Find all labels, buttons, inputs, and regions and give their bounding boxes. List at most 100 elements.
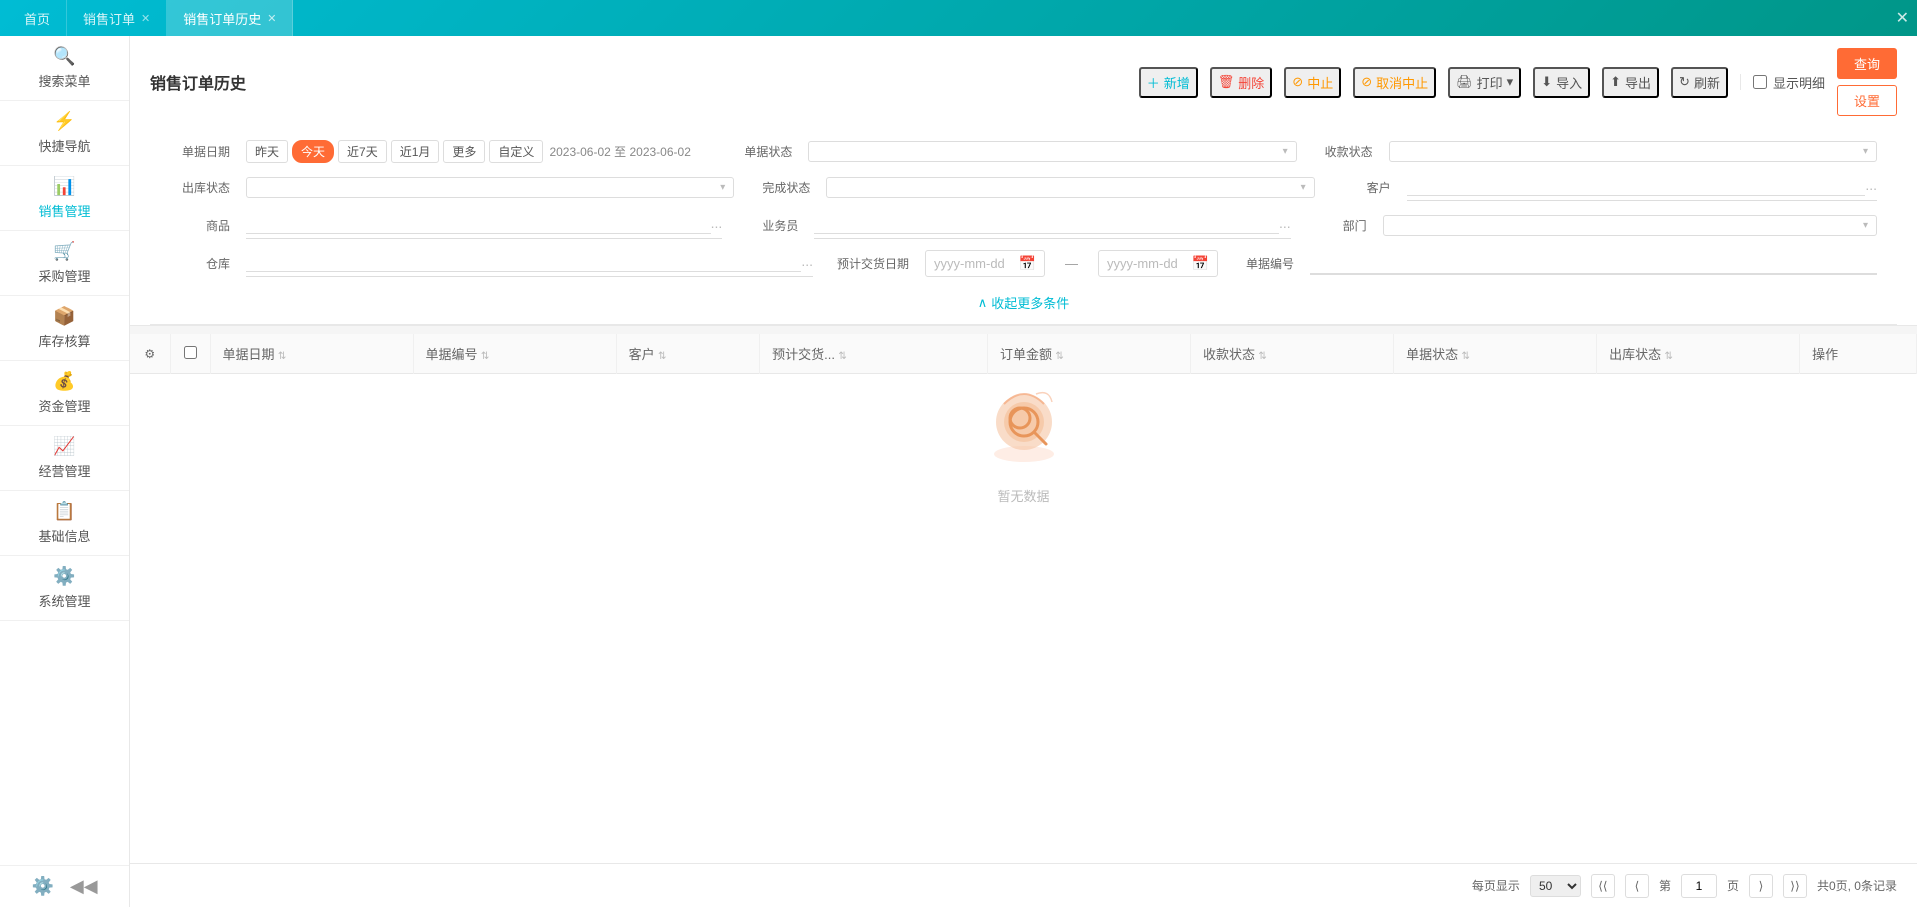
completion-select[interactable]: ▾ xyxy=(826,177,1314,198)
th-outbound-status[interactable]: 出库状态 ⇅ xyxy=(1597,334,1800,374)
sidebar-item-finance-label: 资金管理 xyxy=(38,396,90,415)
cancel-stop-button[interactable]: ⊘ 取消中止 xyxy=(1353,67,1436,98)
th-amount[interactable]: 订单金额 ⇅ xyxy=(987,334,1190,374)
date-1month-btn[interactable]: 近1月 xyxy=(391,140,440,163)
th-customer[interactable]: 客户 ⇅ xyxy=(616,334,760,374)
th-order-status[interactable]: 单据状态 ⇅ xyxy=(1394,334,1597,374)
date-custom-btn[interactable]: 自定义 xyxy=(489,140,543,163)
order-status-select[interactable]: ▾ xyxy=(808,141,1296,162)
receipt-status-chevron: ▾ xyxy=(1863,146,1868,157)
top-bar-right: ✕ xyxy=(1896,8,1909,28)
tab-sales-order[interactable]: 销售订单 ✕ xyxy=(67,0,167,36)
settings-th[interactable]: ⚙ xyxy=(130,334,170,374)
import-button[interactable]: ⬇ 导入 xyxy=(1533,67,1590,98)
sort-amount-icon[interactable]: ⇅ xyxy=(1055,351,1063,362)
product-input[interactable] xyxy=(246,211,711,234)
sales-mgmt-icon: 📊 xyxy=(53,176,75,197)
tab-sales-order-history[interactable]: 销售订单历史 ✕ xyxy=(167,0,293,36)
delivery-date-to[interactable]: yyyy-mm-dd 📅 xyxy=(1098,250,1218,277)
date-yesterday-btn[interactable]: 昨天 xyxy=(246,140,288,163)
date-7days-btn[interactable]: 近7天 xyxy=(338,140,387,163)
tab-sales-order-history-close[interactable]: ✕ xyxy=(267,12,276,25)
page-last-btn[interactable]: ⟩⟩ xyxy=(1783,874,1807,898)
collapse-text: 收起更多条件 xyxy=(991,293,1069,312)
tab-home[interactable]: 首页 xyxy=(8,0,67,36)
print-button[interactable]: 🖨 打印 ▾ xyxy=(1448,67,1521,98)
dept-select[interactable]: ▾ xyxy=(1383,215,1877,236)
checkbox-th[interactable] xyxy=(170,334,210,374)
sidebar-item-sales-mgmt[interactable]: 📊 销售管理 xyxy=(0,166,129,231)
sort-customer-icon[interactable]: ⇅ xyxy=(658,351,666,362)
customer-label: 客户 xyxy=(1331,179,1391,196)
per-page-select[interactable]: 50 100 200 xyxy=(1530,875,1581,897)
page-first-btn[interactable]: ⟨⟨ xyxy=(1591,874,1615,898)
sidebar-volume-icon[interactable]: ◀◀ xyxy=(70,876,98,897)
sort-order-date-icon[interactable]: ⇅ xyxy=(278,351,286,362)
collapse-bar[interactable]: ∧ 收起更多条件 xyxy=(170,287,1877,312)
sidebar-settings-icon[interactable]: ⚙️ xyxy=(31,876,53,897)
data-table: ⚙ 单据日期 ⇅ 单据编号 ⇅ xyxy=(130,334,1917,374)
sidebar-item-inventory[interactable]: 📦 库存核算 xyxy=(0,296,129,361)
calendar-to-icon[interactable]: 📅 xyxy=(1192,255,1209,272)
sidebar-item-operations[interactable]: 📈 经营管理 xyxy=(0,426,129,491)
import-label: 导入 xyxy=(1556,73,1582,92)
add-button[interactable]: ＋ 新增 xyxy=(1139,67,1198,98)
page-next-btn[interactable]: ⟩ xyxy=(1749,874,1773,898)
set-button[interactable]: 设置 xyxy=(1837,85,1897,116)
sidebar-item-sys-mgmt[interactable]: ⚙️ 系统管理 xyxy=(0,556,129,621)
date-today-btn[interactable]: 今天 xyxy=(292,140,334,163)
sort-receipt-status-icon[interactable]: ⇅ xyxy=(1258,351,1266,362)
select-all-checkbox[interactable] xyxy=(184,346,197,359)
completion-chevron: ▾ xyxy=(1301,182,1306,193)
th-order-status-label: 单据状态 xyxy=(1406,347,1458,362)
product-dots[interactable]: ... xyxy=(711,215,723,231)
query-button[interactable]: 查询 xyxy=(1837,48,1897,79)
delivery-date-from[interactable]: yyyy-mm-dd 📅 xyxy=(925,250,1045,277)
th-order-date[interactable]: 单据日期 ⇅ xyxy=(210,334,413,374)
filter-row-4: 仓库 ... 预计交货日期 yyyy-mm-dd 📅 — yyyy-mm-dd … xyxy=(170,249,1877,277)
th-customer-label: 客户 xyxy=(629,347,655,362)
sort-outbound-status-icon[interactable]: ⇅ xyxy=(1664,351,1672,362)
customer-input[interactable] xyxy=(1407,173,1866,196)
salesman-input[interactable] xyxy=(814,211,1279,234)
customer-dots[interactable]: ... xyxy=(1865,177,1877,193)
add-label: 新增 xyxy=(1164,73,1190,92)
th-receipt-status[interactable]: 收款状态 ⇅ xyxy=(1191,334,1394,374)
sidebar: 🔍 搜索菜单 ⚡ 快捷导航 📊 销售管理 🛒 采购管理 📦 库存核算 💰 资金管… xyxy=(0,36,130,907)
sidebar-item-operations-label: 经营管理 xyxy=(38,461,90,480)
order-no-input[interactable] xyxy=(1310,251,1877,274)
sidebar-item-basic-info[interactable]: 📋 基础信息 xyxy=(0,491,129,556)
page-input[interactable]: 1 xyxy=(1681,874,1717,898)
receipt-status-select[interactable]: ▾ xyxy=(1389,141,1877,162)
th-delivery-date[interactable]: 预计交货... ⇅ xyxy=(760,334,988,374)
sidebar-item-quick-nav[interactable]: ⚡ 快捷导航 xyxy=(0,101,129,166)
print-dropdown-icon: ▾ xyxy=(1507,74,1514,90)
outbound-select[interactable]: ▾ xyxy=(246,177,734,198)
filter-row-3: 商品 ... 业务员 ... 部门 ▾ xyxy=(170,211,1877,239)
sidebar-item-purchase-mgmt[interactable]: 🛒 采购管理 xyxy=(0,231,129,296)
sort-delivery-date-icon[interactable]: ⇅ xyxy=(838,351,846,362)
export-button[interactable]: ⬆ 导出 xyxy=(1602,67,1659,98)
date-more-btn[interactable]: 更多 xyxy=(443,140,485,163)
delete-button[interactable]: 🗑 删除 xyxy=(1210,67,1273,98)
refresh-button[interactable]: ↻ 刷新 xyxy=(1671,67,1728,98)
display-detail-checkbox[interactable] xyxy=(1753,75,1767,89)
tab-sales-order-close[interactable]: ✕ xyxy=(141,12,150,25)
sidebar-item-finance[interactable]: 💰 资金管理 xyxy=(0,361,129,426)
sort-order-no-icon[interactable]: ⇅ xyxy=(481,351,489,362)
export-icon: ⬆ xyxy=(1610,74,1621,90)
completion-label: 完成状态 xyxy=(750,179,810,196)
purchase-mgmt-icon: 🛒 xyxy=(53,241,75,262)
empty-state: 暂无数据 xyxy=(130,374,1917,505)
calendar-from-icon[interactable]: 📅 xyxy=(1019,255,1036,272)
sort-order-status-icon[interactable]: ⇅ xyxy=(1461,351,1469,362)
window-close-btn[interactable]: ✕ xyxy=(1896,8,1909,28)
th-order-no[interactable]: 单据编号 ⇅ xyxy=(413,334,616,374)
sidebar-item-search-menu[interactable]: 🔍 搜索菜单 xyxy=(0,36,129,101)
warehouse-input[interactable] xyxy=(246,249,801,272)
warehouse-dots[interactable]: ... xyxy=(801,253,813,269)
page-prev-btn[interactable]: ⟨ xyxy=(1625,874,1649,898)
stop-button[interactable]: ⊘ 中止 xyxy=(1284,67,1341,98)
outbound-label: 出库状态 xyxy=(170,179,230,196)
salesman-dots[interactable]: ... xyxy=(1279,215,1291,231)
